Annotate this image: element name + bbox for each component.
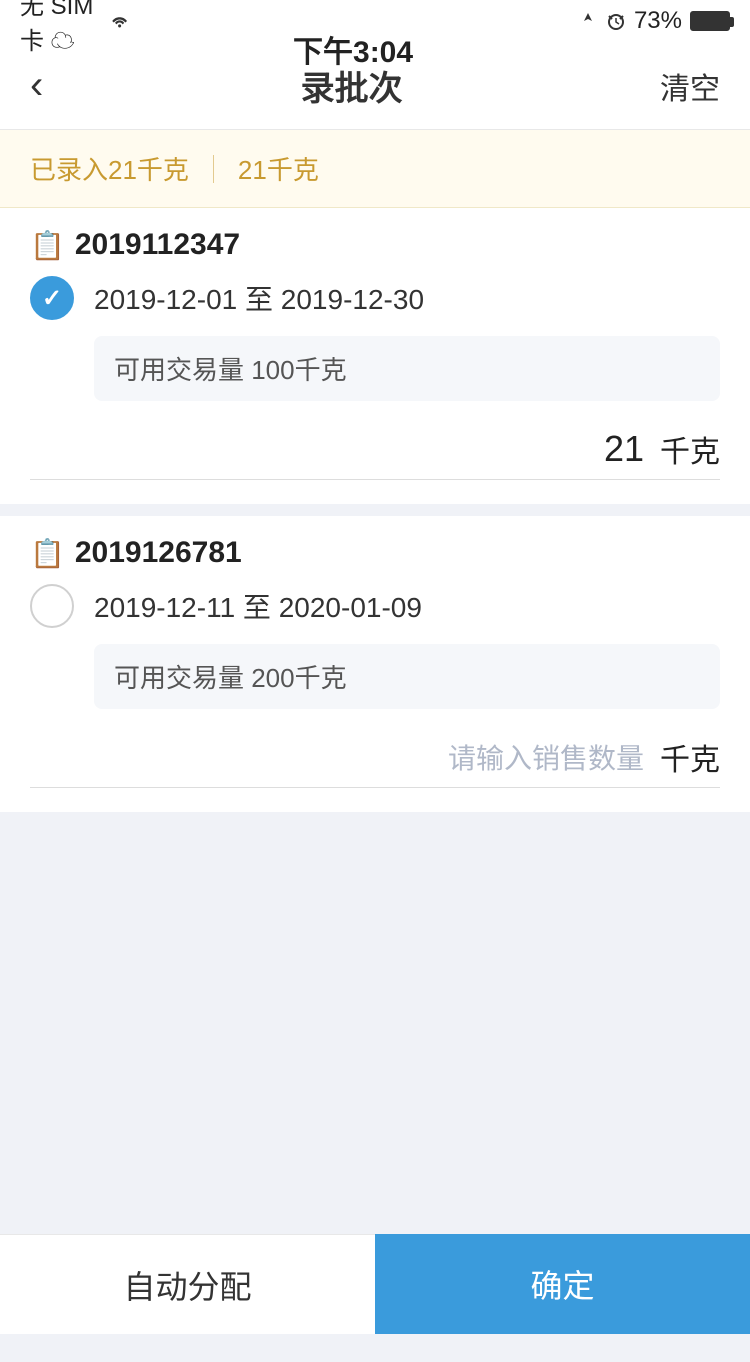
sim-label: 无 SIM 卡 ☁ [20, 0, 103, 56]
batch-date-1: 2019-12-01 至 2019-12-30 [94, 278, 424, 318]
status-bar: 无 SIM 卡 ☁ 下午3:04 73% [0, 0, 750, 42]
confirm-button[interactable]: 确定 [375, 1234, 750, 1334]
batch-number-1: 2019112347 [75, 228, 240, 262]
qty-value-1[interactable]: 21 [564, 428, 644, 470]
batch-date-2: 2019-12-11 至 2020-01-09 [94, 586, 422, 626]
auto-distribute-button[interactable]: 自动分配 [0, 1234, 375, 1334]
batch-item-1: 📋 2019112347 2019-12-01 至 2019-12-30 可用交… [0, 208, 750, 504]
banner-divider [213, 155, 214, 183]
batch-date-row-2[interactable]: 2019-12-11 至 2020-01-09 [30, 584, 720, 628]
radio-2[interactable] [30, 584, 74, 628]
input-row-2: 请输入销售数量 千克 [30, 719, 720, 788]
batch-header-1: 📋 2019112347 [30, 228, 720, 262]
batch-number-2: 2019126781 [75, 536, 242, 570]
batch-item-2: 📋 2019126781 2019-12-11 至 2020-01-09 可用交… [0, 516, 750, 812]
radio-1[interactable] [30, 276, 74, 320]
batch-header-2: 📋 2019126781 [30, 536, 720, 570]
status-right: 73% [578, 7, 730, 35]
battery-percent: 73% [634, 7, 682, 35]
info-banner: 已录入21千克 21千克 [0, 130, 750, 208]
wifi-icon [111, 11, 128, 31]
back-button[interactable]: ‹ [30, 63, 43, 108]
input-row-1: 21 千克 [30, 411, 720, 480]
available-qty-2: 可用交易量 200千克 [94, 644, 720, 709]
empty-area [0, 812, 750, 1262]
recorded-value: 21千克 [238, 150, 319, 187]
alarm-icon [606, 11, 626, 31]
separator [0, 504, 750, 516]
batch-date-row-1[interactable]: 2019-12-01 至 2019-12-30 [30, 276, 720, 320]
qty-unit-1: 千克 [660, 427, 720, 471]
clear-button[interactable]: 清空 [660, 64, 720, 108]
bottom-bar: 自动分配 确定 [0, 1234, 750, 1334]
available-qty-1: 可用交易量 100千克 [94, 336, 720, 401]
qty-unit-2: 千克 [660, 735, 720, 779]
batch-icon-1: 📋 [30, 229, 65, 262]
location-icon [578, 11, 598, 31]
status-left: 无 SIM 卡 ☁ [20, 0, 128, 56]
batch-icon-2: 📋 [30, 537, 65, 570]
qty-placeholder-2[interactable]: 请输入销售数量 [30, 737, 644, 777]
status-time: 下午3:04 [293, 27, 413, 71]
battery-icon [690, 11, 730, 31]
recorded-label: 已录入21千克 [30, 150, 189, 187]
